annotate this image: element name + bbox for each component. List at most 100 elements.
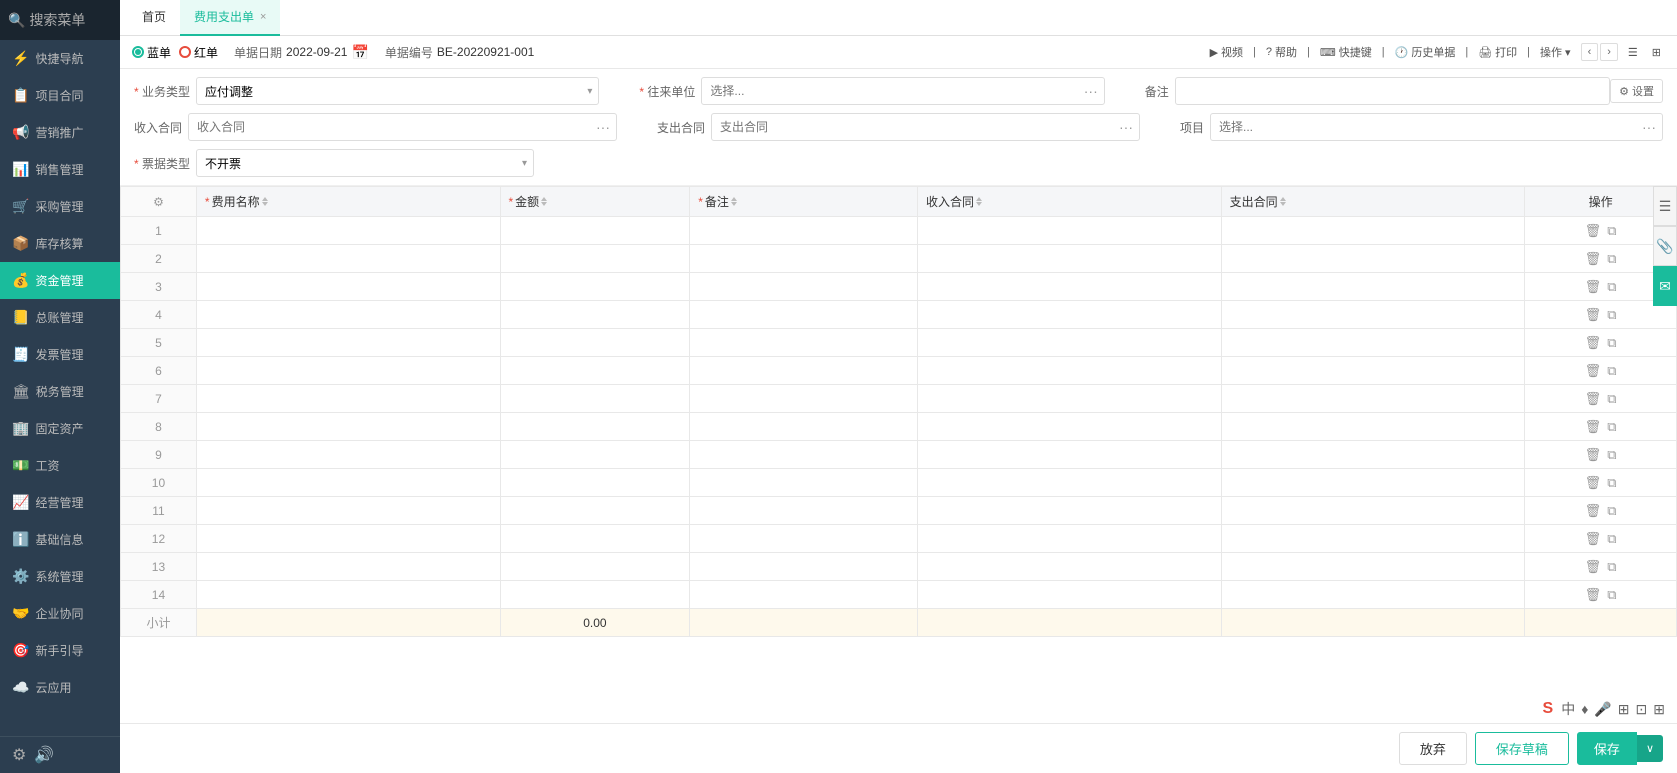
- col-name-header[interactable]: * 费用名称: [196, 187, 500, 217]
- row-13-delete[interactable]: 🗑: [1585, 559, 1602, 575]
- row-14-income[interactable]: [917, 581, 1221, 609]
- row-6-note[interactable]: [690, 357, 918, 385]
- expense-contract-input[interactable]: [712, 116, 1113, 138]
- row-3-name[interactable]: [196, 273, 500, 301]
- row-5-income[interactable]: [917, 329, 1221, 357]
- row-12-delete[interactable]: 🗑: [1585, 531, 1602, 547]
- sidebar-item-sales[interactable]: 📊销售管理: [0, 151, 120, 188]
- income-contract-select[interactable]: ···: [188, 113, 617, 141]
- row-4-amount[interactable]: [500, 301, 690, 329]
- row-13-income[interactable]: [917, 553, 1221, 581]
- row-13-copy[interactable]: ⧉: [1607, 559, 1616, 575]
- row-2-amount[interactable]: [500, 245, 690, 273]
- row-4-copy[interactable]: ⧉: [1607, 307, 1616, 323]
- col-amount-header[interactable]: * 金额: [500, 187, 690, 217]
- row-7-amount[interactable]: [500, 385, 690, 413]
- row-8-name[interactable]: [196, 413, 500, 441]
- col-settings-header[interactable]: ⚙: [121, 187, 197, 217]
- row-11-amount[interactable]: [500, 497, 690, 525]
- row-8-amount[interactable]: [500, 413, 690, 441]
- row-14-amount[interactable]: [500, 581, 690, 609]
- row-11-copy[interactable]: ⧉: [1607, 503, 1616, 519]
- row-14-delete[interactable]: 🗑: [1585, 587, 1602, 603]
- row-6-income[interactable]: [917, 357, 1221, 385]
- expense-contract-dots[interactable]: ···: [1113, 119, 1139, 135]
- row-7-expense[interactable]: [1221, 385, 1525, 413]
- grid-view-action[interactable]: ⊞: [1648, 44, 1665, 61]
- radio-blue[interactable]: 蓝单: [132, 44, 171, 61]
- video-action[interactable]: ▶ 视频: [1206, 42, 1247, 62]
- row-8-expense[interactable]: [1221, 413, 1525, 441]
- row-14-copy[interactable]: ⧉: [1607, 587, 1616, 603]
- row-6-delete[interactable]: 🗑: [1585, 363, 1602, 379]
- row-11-name[interactable]: [196, 497, 500, 525]
- row-1-income[interactable]: [917, 217, 1221, 245]
- row-5-name[interactable]: [196, 329, 500, 357]
- list-view-action[interactable]: ☰: [1624, 44, 1642, 61]
- row-2-expense[interactable]: [1221, 245, 1525, 273]
- row-8-income[interactable]: [917, 413, 1221, 441]
- row-9-name[interactable]: [196, 441, 500, 469]
- row-12-amount[interactable]: [500, 525, 690, 553]
- row-13-name[interactable]: [196, 553, 500, 581]
- row-7-income[interactable]: [917, 385, 1221, 413]
- sidebar-item-marketing[interactable]: 📢营销推广: [0, 114, 120, 151]
- row-10-copy[interactable]: ⧉: [1607, 475, 1616, 491]
- right-toolbar-btn-1[interactable]: ☰: [1653, 186, 1677, 226]
- row-11-income[interactable]: [917, 497, 1221, 525]
- row-2-name[interactable]: [196, 245, 500, 273]
- right-toolbar-btn-3[interactable]: ✉: [1653, 266, 1677, 306]
- save-draft-button[interactable]: 保存草稿: [1475, 732, 1569, 765]
- row-4-delete[interactable]: 🗑: [1585, 307, 1602, 323]
- row-2-note[interactable]: [690, 245, 918, 273]
- row-5-expense[interactable]: [1221, 329, 1525, 357]
- row-1-amount[interactable]: [500, 217, 690, 245]
- sidebar-item-salary[interactable]: 💵工资: [0, 447, 120, 484]
- row-6-expense[interactable]: [1221, 357, 1525, 385]
- row-11-expense[interactable]: [1221, 497, 1525, 525]
- row-3-amount[interactable]: [500, 273, 690, 301]
- sidebar-item-invoice[interactable]: 🧾发票管理: [0, 336, 120, 373]
- income-contract-dots[interactable]: ···: [590, 119, 616, 135]
- row-7-delete[interactable]: 🗑: [1585, 391, 1602, 407]
- row-1-note[interactable]: [690, 217, 918, 245]
- row-4-note[interactable]: [690, 301, 918, 329]
- sidebar-item-project-contract[interactable]: 📋项目合同: [0, 77, 120, 114]
- row-14-expense[interactable]: [1221, 581, 1525, 609]
- invoice-type-input[interactable]: [197, 152, 516, 174]
- row-9-amount[interactable]: [500, 441, 690, 469]
- sidebar-item-inventory[interactable]: 📦库存核算: [0, 225, 120, 262]
- row-9-expense[interactable]: [1221, 441, 1525, 469]
- tab-close-expense-bill[interactable]: ×: [260, 11, 266, 23]
- row-14-note[interactable]: [690, 581, 918, 609]
- note-input-wrap[interactable]: [1175, 77, 1610, 105]
- row-2-copy[interactable]: ⧉: [1607, 251, 1616, 267]
- row-8-delete[interactable]: 🗑: [1585, 419, 1602, 435]
- row-3-note[interactable]: [690, 273, 918, 301]
- sidebar-item-basic-info[interactable]: ℹ️基础信息: [0, 521, 120, 558]
- operations-action[interactable]: 操作 ▾: [1536, 42, 1575, 62]
- row-3-income[interactable]: [917, 273, 1221, 301]
- row-7-name[interactable]: [196, 385, 500, 413]
- save-arrow-button[interactable]: ∨: [1637, 735, 1663, 762]
- business-type-input[interactable]: [197, 80, 581, 102]
- row-13-amount[interactable]: [500, 553, 690, 581]
- invoice-type-select[interactable]: ▾: [196, 149, 534, 177]
- row-7-copy[interactable]: ⧉: [1607, 391, 1616, 407]
- row-4-expense[interactable]: [1221, 301, 1525, 329]
- sidebar-item-operations[interactable]: 📈经营管理: [0, 484, 120, 521]
- row-1-copy[interactable]: ⧉: [1607, 223, 1616, 239]
- row-14-name[interactable]: [196, 581, 500, 609]
- sidebar-item-capital[interactable]: 💰资金管理: [0, 262, 120, 299]
- row-9-income[interactable]: [917, 441, 1221, 469]
- counterpart-dots[interactable]: ···: [1078, 83, 1104, 99]
- row-3-expense[interactable]: [1221, 273, 1525, 301]
- row-3-delete[interactable]: 🗑: [1585, 279, 1602, 295]
- row-6-copy[interactable]: ⧉: [1607, 363, 1616, 379]
- sidebar-item-cloud-apps[interactable]: ☁️云应用: [0, 669, 120, 706]
- row-9-note[interactable]: [690, 441, 918, 469]
- row-12-note[interactable]: [690, 525, 918, 553]
- row-13-expense[interactable]: [1221, 553, 1525, 581]
- row-10-name[interactable]: [196, 469, 500, 497]
- project-dots[interactable]: ···: [1636, 119, 1662, 135]
